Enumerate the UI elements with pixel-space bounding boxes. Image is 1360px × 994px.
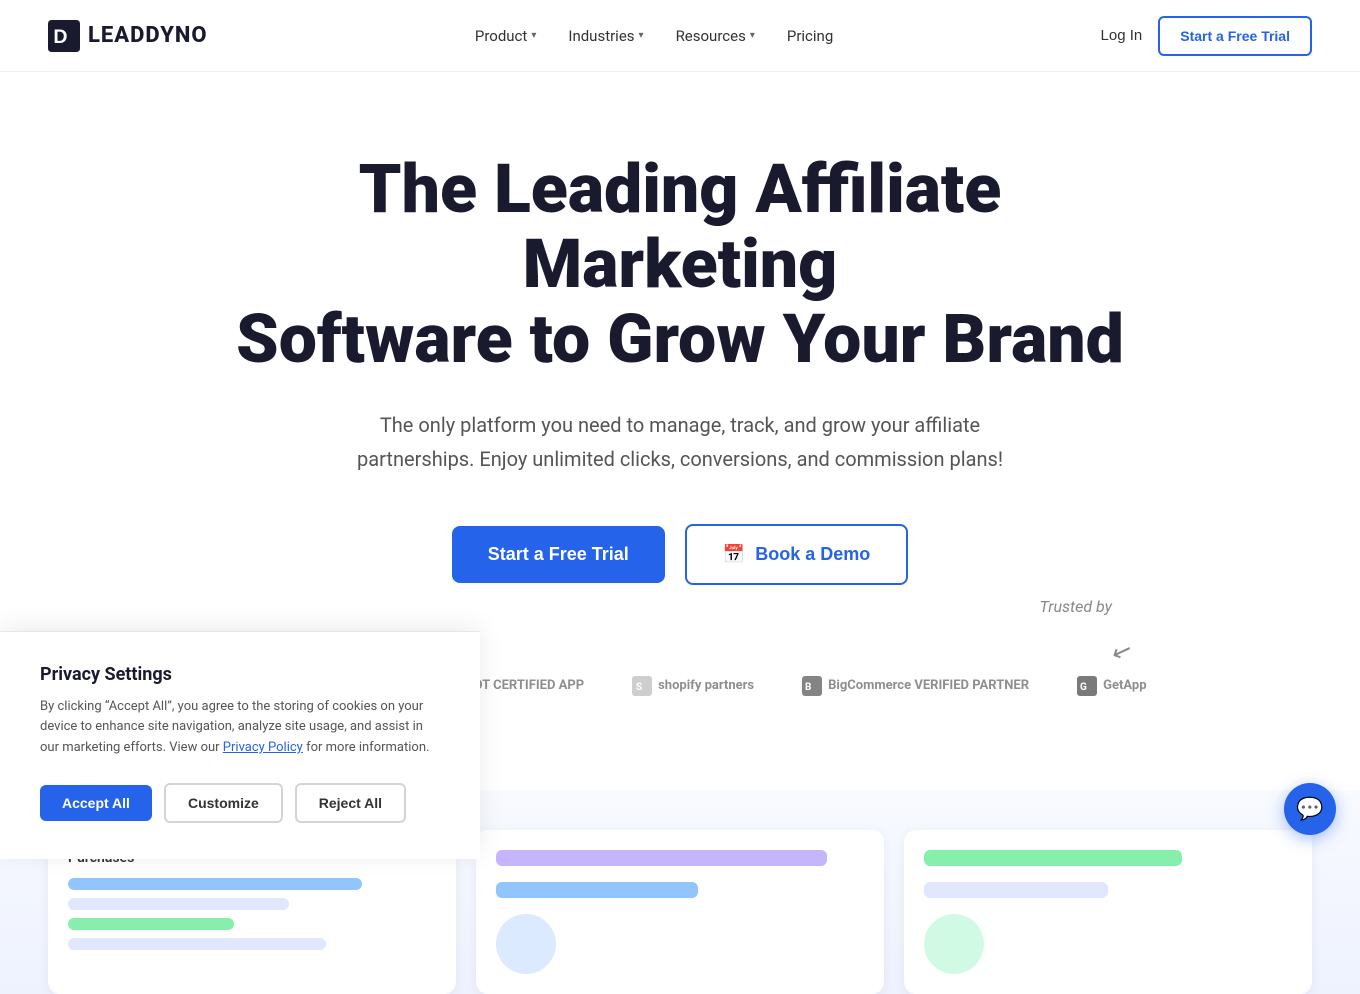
bar-8 <box>924 882 1108 898</box>
chevron-down-icon: ▾ <box>639 30 644 41</box>
getapp-icon: G <box>1077 676 1097 696</box>
logo-text: LEADDYNO <box>88 23 208 48</box>
svg-text:B: B <box>805 682 811 693</box>
dashboard-card-2 <box>476 830 884 994</box>
bigcommerce-icon: B <box>802 676 822 696</box>
bar-3 <box>68 918 234 930</box>
calendar-icon: 📅 <box>723 544 745 565</box>
bar-6 <box>496 882 698 898</box>
chevron-down-icon: ▾ <box>531 30 536 41</box>
bar-4 <box>68 938 326 950</box>
hero-demo-button[interactable]: 📅 Book a Demo <box>685 524 908 585</box>
nav-trial-button[interactable]: Start a Free Trial <box>1158 16 1312 56</box>
nav-item-product[interactable]: Product ▾ <box>475 27 536 45</box>
bigcommerce-logo: B BigCommerce VERIFIED PARTNER <box>802 676 1029 696</box>
avatar-placeholder-2 <box>924 914 984 974</box>
privacy-title: Privacy Settings <box>40 664 440 685</box>
customize-button[interactable]: Customize <box>164 783 283 823</box>
nav-actions: Log In Start a Free Trial <box>1101 16 1312 56</box>
login-button[interactable]: Log In <box>1101 27 1143 44</box>
privacy-policy-link[interactable]: Privacy Policy <box>223 740 303 755</box>
dashboard-card-3 <box>904 830 1312 994</box>
bar-7 <box>924 850 1182 866</box>
chat-icon: 💬 <box>1296 797 1323 822</box>
navbar: D LEADDYNO Product ▾ Industries ▾ Resour… <box>0 0 1360 72</box>
bar-5 <box>496 850 827 866</box>
hero-subtitle: The only platform you need to manage, tr… <box>340 408 1020 476</box>
nav-item-resources[interactable]: Resources ▾ <box>676 27 755 45</box>
nav-links: Product ▾ Industries ▾ Resources ▾ Prici… <box>475 27 833 45</box>
svg-text:S: S <box>636 682 642 693</box>
reject-all-button[interactable]: Reject All <box>295 783 406 823</box>
accept-all-button[interactable]: Accept All <box>40 785 152 821</box>
logo-icon: D <box>48 20 80 52</box>
shopify-logo: S shopify partners <box>632 676 754 696</box>
bar-1 <box>68 878 362 890</box>
hero-title: The Leading Affiliate Marketing Software… <box>230 152 1130 376</box>
shopify-icon: S <box>632 676 652 696</box>
nav-item-pricing[interactable]: Pricing <box>787 27 833 45</box>
getapp-logo: G GetApp <box>1077 676 1146 696</box>
chevron-down-icon: ▾ <box>750 30 755 41</box>
bar-2 <box>68 898 289 910</box>
nav-item-industries[interactable]: Industries ▾ <box>568 27 643 45</box>
chat-button[interactable]: 💬 <box>1284 783 1336 835</box>
trusted-label: Trusted by <box>1040 597 1112 616</box>
privacy-text: By clicking “Accept All”, you agree to t… <box>40 697 440 759</box>
hero-trial-button[interactable]: Start a Free Trial <box>452 526 665 583</box>
hero-cta-group: Start a Free Trial 📅 Book a Demo <box>48 524 1312 585</box>
svg-text:D: D <box>53 26 67 48</box>
privacy-banner: Privacy Settings By clicking “Accept All… <box>0 631 480 859</box>
privacy-buttons: Accept All Customize Reject All <box>40 783 440 823</box>
svg-text:G: G <box>1080 682 1087 693</box>
avatar-placeholder <box>496 914 556 974</box>
logo[interactable]: D LEADDYNO <box>48 20 208 52</box>
